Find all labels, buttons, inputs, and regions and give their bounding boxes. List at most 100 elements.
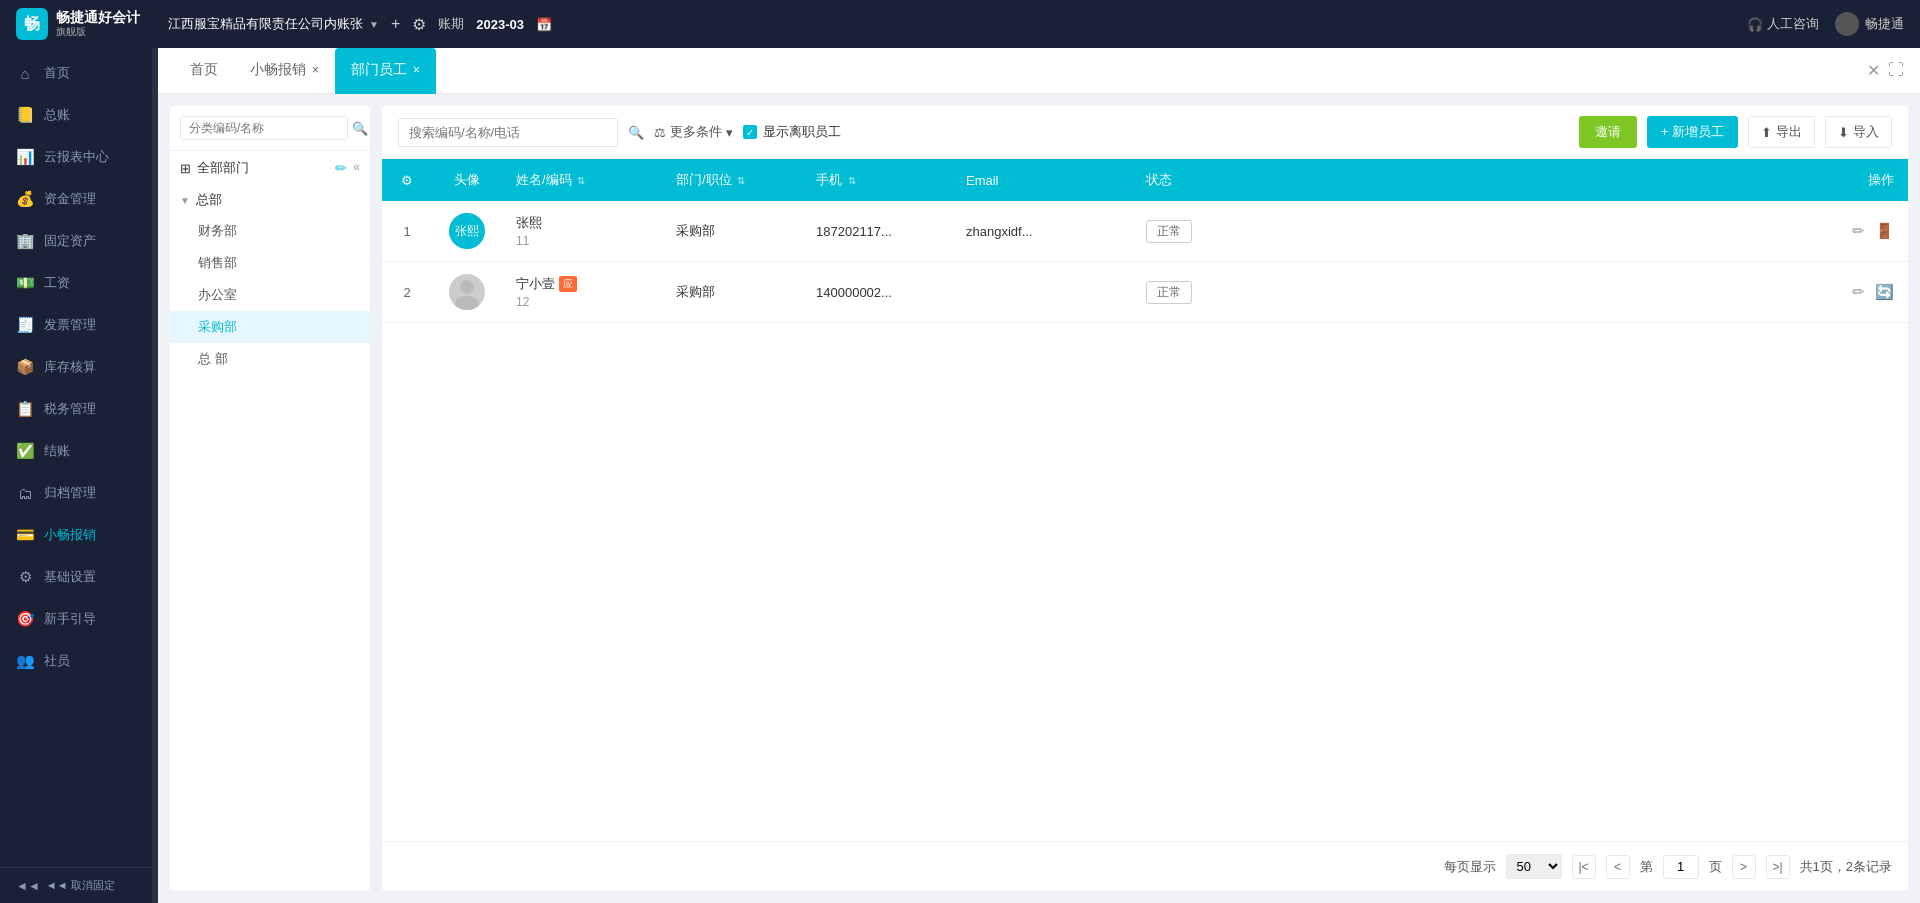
tab-expense-close[interactable]: × bbox=[312, 63, 319, 77]
tab-expense[interactable]: 小畅报销 × bbox=[234, 48, 335, 94]
export-button[interactable]: ⬆ 导出 bbox=[1748, 116, 1815, 148]
sidebar-item-invoice[interactable]: 🧾 发票管理 bbox=[0, 304, 152, 346]
ledger-icon: 📒 bbox=[16, 106, 34, 124]
sidebar-label-assets: 固定资产 bbox=[44, 232, 96, 250]
tab-close-all-icon[interactable]: ✕ bbox=[1867, 61, 1880, 80]
name-cell-1: 张熙 11 bbox=[502, 201, 662, 262]
dept-search-icon[interactable]: 🔍 bbox=[352, 121, 368, 136]
tab-home[interactable]: 首页 bbox=[174, 48, 234, 94]
sidebar-item-expense[interactable]: 💳 小畅报销 bbox=[0, 514, 152, 556]
dept-item-purchase[interactable]: 采购部 bbox=[170, 311, 370, 343]
prev-page-button[interactable]: < bbox=[1606, 855, 1630, 879]
sidebar-label-tax: 税务管理 bbox=[44, 400, 96, 418]
col-avatar: 头像 bbox=[432, 159, 502, 201]
content-area: 首页 小畅报销 × 部门员工 × ✕ ⛶ 🔍 bbox=[158, 48, 1920, 903]
avatar-2 bbox=[449, 274, 485, 310]
closing-icon: ✅ bbox=[16, 442, 34, 460]
ops-cell-1: ✏ 🚪 bbox=[1282, 201, 1908, 262]
employee-name-2: 宁小壹 bbox=[516, 275, 555, 293]
invite-button[interactable]: 邀请 bbox=[1579, 116, 1637, 148]
total-label: 共1页，2条记录 bbox=[1800, 858, 1892, 876]
page-label: 第 bbox=[1640, 858, 1653, 876]
page-unit: 页 bbox=[1709, 858, 1722, 876]
tab-expand-icon[interactable]: ⛶ bbox=[1888, 61, 1904, 80]
first-page-button[interactable]: |< bbox=[1572, 855, 1596, 879]
company-selector[interactable]: 江西服宝精品有限责任公司内账张 ▼ bbox=[168, 15, 379, 33]
email-cell-2 bbox=[952, 262, 1132, 323]
page-number-input[interactable] bbox=[1663, 855, 1699, 879]
guide-icon: 🎯 bbox=[16, 610, 34, 628]
sidebar-item-ledger[interactable]: 📒 总账 bbox=[0, 94, 152, 136]
sidebar-item-salary[interactable]: 💵 工资 bbox=[0, 262, 152, 304]
search-main-icon[interactable]: 🔍 bbox=[628, 125, 644, 140]
dept-item-office[interactable]: 办公室 bbox=[170, 279, 370, 311]
toolbar-right: 邀请 + 新增员工 ⬆ 导出 ⬇ 导入 bbox=[1579, 116, 1892, 148]
sidebar-pin-toggle[interactable]: ◄◄ ◄◄ 取消固定 bbox=[0, 867, 152, 903]
edit-icon-2[interactable]: ✏ bbox=[1852, 283, 1865, 301]
add-tab-button[interactable]: + bbox=[391, 15, 400, 33]
settings-button[interactable]: ⚙ bbox=[412, 15, 426, 34]
user-avatar bbox=[1835, 12, 1859, 36]
last-page-button[interactable]: >| bbox=[1766, 855, 1790, 879]
page-content: 🔍 ⊞ 全部部门 ✏ « ▼ 总部 bbox=[158, 94, 1920, 903]
col-dept[interactable]: 部门/职位 ⇅ bbox=[662, 159, 802, 201]
show-resigned-checkbox[interactable]: ✓ 显示离职员工 bbox=[743, 123, 841, 141]
sidebar-item-settings[interactable]: ⚙ 基础设置 bbox=[0, 556, 152, 598]
page-size-select[interactable]: 50 10 20 100 bbox=[1506, 854, 1562, 879]
dept-collapse-icon[interactable]: « bbox=[353, 160, 360, 176]
dept-actions: ✏ « bbox=[335, 160, 360, 176]
sidebar-item-fund[interactable]: 💰 资金管理 bbox=[0, 178, 152, 220]
logout-icon-1[interactable]: 🚪 bbox=[1875, 222, 1894, 240]
assets-icon: 🏢 bbox=[16, 232, 34, 250]
col-name[interactable]: 姓名/编码 ⇅ bbox=[502, 159, 662, 201]
tab-dept-employee[interactable]: 部门员工 × bbox=[335, 48, 436, 94]
user-area[interactable]: 畅捷通 bbox=[1835, 12, 1904, 36]
sidebar-label-salary: 工资 bbox=[44, 274, 70, 292]
staff-icon: 👥 bbox=[16, 652, 34, 670]
invoice-icon: 🧾 bbox=[16, 316, 34, 334]
dept-search-bar: 🔍 bbox=[170, 106, 370, 151]
sidebar-item-inventory[interactable]: 📦 库存核算 bbox=[0, 346, 152, 388]
sidebar-item-guide[interactable]: 🎯 新手引导 bbox=[0, 598, 152, 640]
col-settings[interactable]: ⚙ bbox=[382, 159, 432, 201]
sidebar-label-closing: 结账 bbox=[44, 442, 70, 460]
status-badge-1: 正常 bbox=[1146, 220, 1192, 243]
employee-table-container: ⚙ 头像 姓名/编码 ⇅ 部门/职位 ⇅ 手机 ⇅ bbox=[382, 159, 1908, 841]
import-button[interactable]: ⬇ 导入 bbox=[1825, 116, 1892, 148]
filter-label: 更多条件 bbox=[670, 123, 722, 141]
more-filter-button[interactable]: ⚖ 更多条件 ▾ bbox=[654, 123, 733, 141]
dept-tree: ▼ 总部 财务部 销售部 办公室 采购部 总 部 bbox=[170, 185, 370, 891]
sidebar-item-reports[interactable]: 📊 云报表中心 bbox=[0, 136, 152, 178]
sidebar-item-closing[interactable]: ✅ 结账 bbox=[0, 430, 152, 472]
all-dept-header[interactable]: ⊞ 全部部门 ✏ « bbox=[170, 151, 370, 185]
dept-group-root[interactable]: ▼ 总部 bbox=[170, 185, 370, 215]
home-icon: ⌂ bbox=[16, 65, 34, 82]
employee-search-input[interactable] bbox=[398, 118, 618, 147]
next-page-button[interactable]: > bbox=[1732, 855, 1756, 879]
dept-item-finance[interactable]: 财务部 bbox=[170, 215, 370, 247]
dept-add-icon[interactable]: ✏ bbox=[335, 160, 347, 176]
add-employee-button[interactable]: + 新增员工 bbox=[1647, 116, 1738, 148]
sidebar-item-home[interactable]: ⌂ 首页 bbox=[0, 52, 152, 94]
sidebar-item-assets[interactable]: 🏢 固定资产 bbox=[0, 220, 152, 262]
col-phone[interactable]: 手机 ⇅ bbox=[802, 159, 952, 201]
tabs-controls: ✕ ⛶ bbox=[1867, 61, 1904, 80]
dept-item-general[interactable]: 总 部 bbox=[170, 343, 370, 375]
edit-icon-1[interactable]: ✏ bbox=[1852, 222, 1865, 240]
sidebar-item-staff[interactable]: 👥 社员 bbox=[0, 640, 152, 682]
filter-dropdown-icon: ▾ bbox=[726, 125, 733, 140]
avatar-cell-2 bbox=[432, 262, 502, 323]
sidebar-item-archive[interactable]: 🗂 归档管理 bbox=[0, 472, 152, 514]
calendar-icon[interactable]: 📅 bbox=[536, 17, 552, 32]
support-button[interactable]: 🎧 人工咨询 bbox=[1747, 15, 1819, 33]
svg-point-0 bbox=[460, 280, 474, 294]
sidebar-label-staff: 社员 bbox=[44, 652, 70, 670]
avatar-cell-1: 张熙 bbox=[432, 201, 502, 262]
salary-icon: 💵 bbox=[16, 274, 34, 292]
tab-dept-close[interactable]: × bbox=[413, 63, 420, 77]
dept-item-sales[interactable]: 销售部 bbox=[170, 247, 370, 279]
dept-search-input[interactable] bbox=[180, 116, 348, 140]
support-icon: 🎧 bbox=[1747, 17, 1763, 32]
delete-icon-2[interactable]: 🔄 bbox=[1875, 283, 1894, 301]
sidebar-item-tax[interactable]: 📋 税务管理 bbox=[0, 388, 152, 430]
